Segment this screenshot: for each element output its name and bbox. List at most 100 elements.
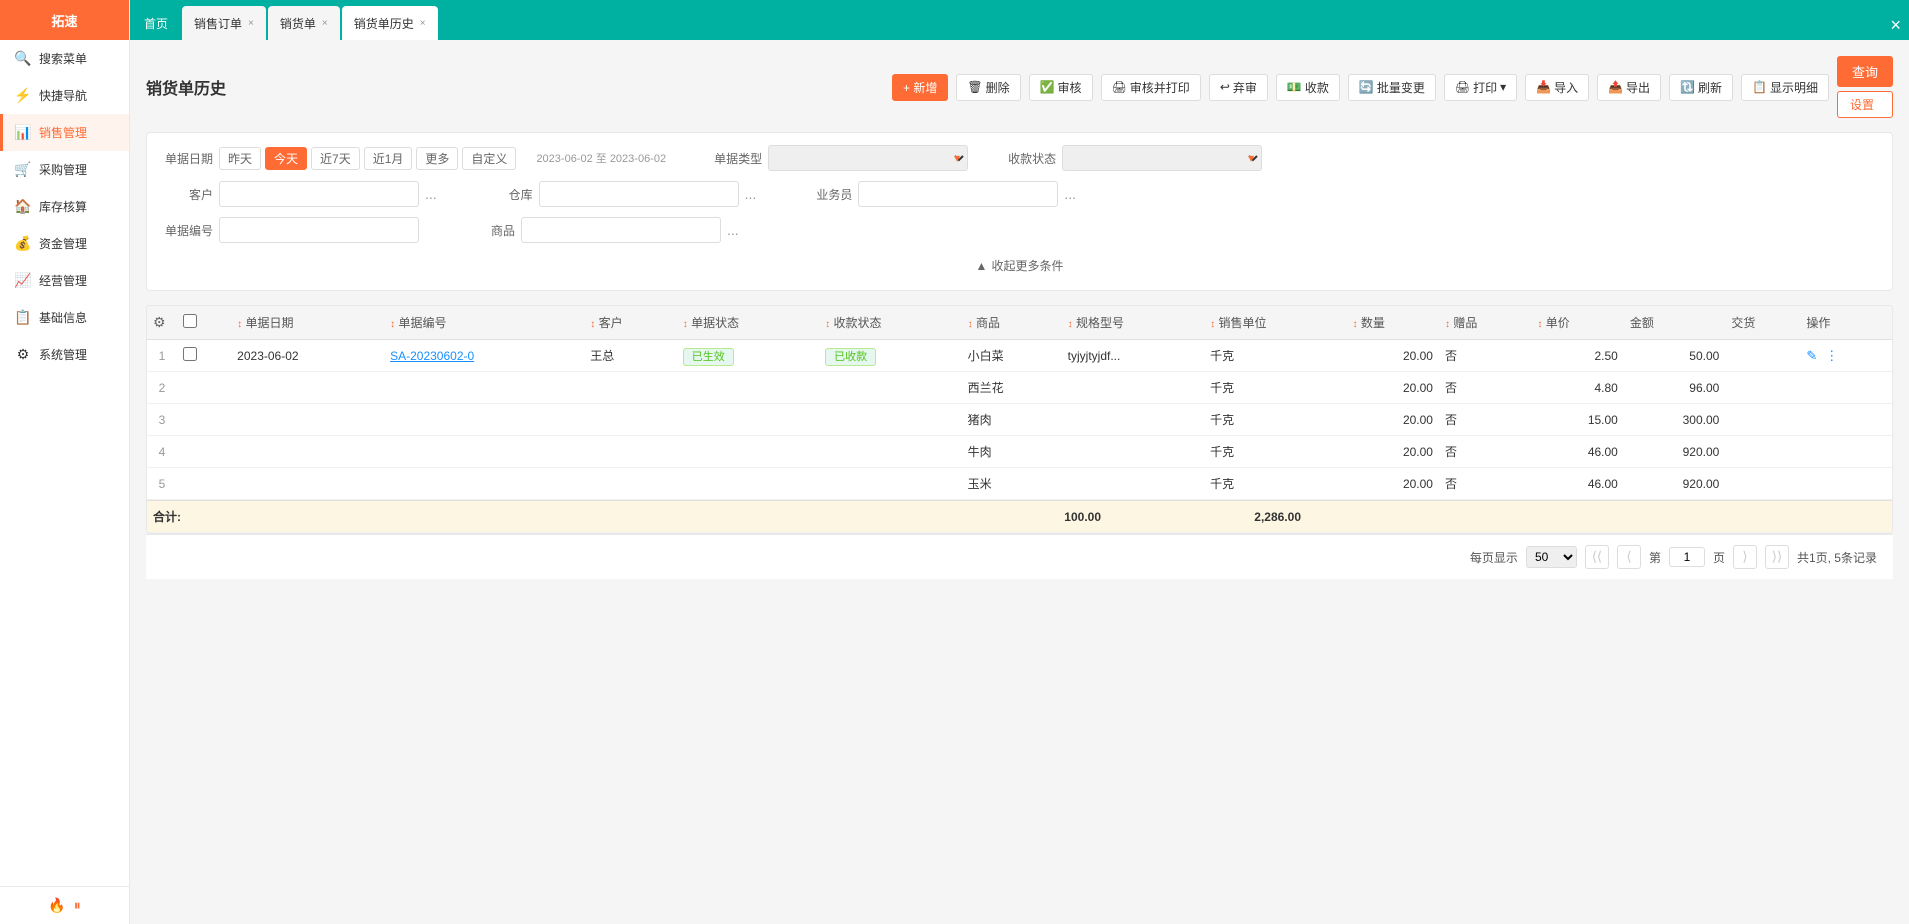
settings-icon[interactable]: ⚙ [153, 314, 166, 330]
collect-button[interactable]: 💵 收款 [1276, 74, 1340, 101]
tab-sales-order[interactable]: 销售订单 × [182, 6, 266, 40]
tab-sales-order-close[interactable]: × [248, 18, 254, 29]
discard-icon: ↩ [1220, 80, 1230, 94]
row-collect-status: 已收款 [819, 340, 961, 372]
col-action: 操作 [1800, 306, 1892, 340]
row-gift: 否 [1439, 468, 1531, 500]
setup-button[interactable]: 设置 [1837, 91, 1893, 118]
filter-customer: 客户 ... [163, 181, 437, 207]
tab-home[interactable]: 首页 [130, 6, 182, 40]
date-range-display: 2023-06-02 至 2023-06-02 [536, 150, 666, 166]
row-customer: 王总 [584, 340, 676, 372]
discard-button[interactable]: ↩ 弃审 [1209, 74, 1268, 101]
row-spec [1062, 436, 1204, 468]
sidebar-item-sys-mgmt[interactable]: ⚙ 系统管理 [0, 336, 129, 373]
sort-unit-icon[interactable]: ↕ [1210, 319, 1215, 330]
row-date [231, 404, 384, 436]
collapse-button[interactable]: ▲ 收起更多条件 [163, 253, 1876, 278]
sort-price-icon[interactable]: ↕ [1537, 319, 1542, 330]
sidebar-fire-icon[interactable]: 🔥 [48, 897, 65, 914]
delete-button[interactable]: 🗑 删除 [956, 74, 1020, 101]
print-button[interactable]: 🖨 打印 ▾ [1444, 74, 1517, 101]
filter-row-3: 单据编号 商品 ... [163, 217, 1876, 243]
doc-type-select[interactable] [768, 145, 968, 171]
row-unit: 千克 [1204, 372, 1346, 404]
sidebar-item-basic-info[interactable]: 📋 基础信息 [0, 299, 129, 336]
sidebar-item-sales-mgmt[interactable]: 📊 销售管理 [0, 114, 129, 151]
date-pill-custom[interactable]: 自定义 [462, 147, 516, 170]
tab-sales-delivery[interactable]: 销货单 × [268, 6, 340, 40]
tab-sales-history[interactable]: 销货单历史 × [342, 6, 438, 40]
sort-collectstatus-icon[interactable]: ↕ [825, 319, 830, 330]
col-doc-no: ↕ 单据编号 [384, 306, 584, 340]
first-page-button[interactable]: ⟨⟨ [1585, 545, 1609, 569]
summary-row: 合计: 100.00 2,286.00 [147, 501, 1892, 533]
date-pill-1month[interactable]: 近1月 [364, 147, 413, 170]
sidebar-item-inventory[interactable]: 🏠 库存核算 [0, 188, 129, 225]
new-button[interactable]: + 新增 [892, 74, 948, 101]
sidebar-item-operations[interactable]: 📈 经营管理 [0, 262, 129, 299]
tab-sales-delivery-close[interactable]: × [322, 18, 328, 29]
refresh-button[interactable]: 🔃 刷新 [1669, 74, 1733, 101]
show-details-button[interactable]: 📋 显示明细 [1741, 74, 1829, 101]
row-spec [1062, 372, 1204, 404]
filter-doc-type: 单据类型 ▾ [712, 145, 960, 171]
goods-input[interactable] [521, 217, 721, 243]
page-size-select[interactable]: 50 100 200 [1526, 546, 1577, 568]
sidebar-item-finance[interactable]: 💰 资金管理 [0, 225, 129, 262]
warehouse-input[interactable] [539, 181, 739, 207]
export-button[interactable]: 📤 导出 [1597, 74, 1661, 101]
batch-change-icon: 🔄 [1359, 80, 1374, 94]
row-select-checkbox[interactable] [183, 347, 197, 361]
salesman-input[interactable] [858, 181, 1058, 207]
sort-docstatus-icon[interactable]: ↕ [683, 319, 688, 330]
doc-no-input[interactable] [219, 217, 419, 243]
sort-goods-icon[interactable]: ↕ [968, 319, 973, 330]
table-header-row: ⚙ ↕ 单据日期 ↕ 单据编号 ↕ 客户 ↕ 单据状态 ↕ 收款状态 ↕ 商品 … [147, 306, 1892, 340]
edit-icon[interactable]: ✎ [1806, 348, 1817, 364]
sort-qty-icon[interactable]: ↕ [1353, 319, 1358, 330]
date-pill-7days[interactable]: 近7天 [311, 147, 360, 170]
select-all-checkbox[interactable] [183, 314, 197, 328]
audit-print-button[interactable]: 🖨 审核并打印 [1101, 74, 1201, 101]
col-goods: ↕ 商品 [962, 306, 1062, 340]
salesman-dots[interactable]: ... [1064, 186, 1076, 202]
date-pill-yesterday[interactable]: 昨天 [219, 147, 261, 170]
goods-label: 商品 [465, 222, 515, 239]
next-page-button[interactable]: ⟩ [1733, 545, 1757, 569]
collect-status-select[interactable] [1062, 145, 1262, 171]
more-icon[interactable]: ⋮ [1825, 348, 1838, 364]
batch-change-button[interactable]: 🔄 批量变更 [1348, 74, 1436, 101]
date-pill-today[interactable]: 今天 [265, 147, 307, 170]
customer-input[interactable] [219, 181, 419, 207]
prev-page-button[interactable]: ⟨ [1617, 545, 1641, 569]
page-number-input[interactable]: 1 [1669, 547, 1705, 567]
last-page-button[interactable]: ⟩⟩ [1765, 545, 1789, 569]
tab-sales-history-close[interactable]: × [420, 18, 426, 29]
sort-gift-icon[interactable]: ↕ [1445, 319, 1450, 330]
query-button[interactable]: 查询 [1837, 56, 1893, 87]
warehouse-dots[interactable]: ... [745, 186, 757, 202]
sidebar-item-search-menu[interactable]: 🔍 搜索菜单 [0, 40, 129, 77]
goods-dots[interactable]: ... [727, 222, 739, 238]
customer-dots[interactable]: ... [425, 186, 437, 202]
close-all-tabs[interactable]: × [1890, 15, 1901, 40]
row-checkbox [177, 340, 231, 372]
sort-spec-icon[interactable]: ↕ [1068, 319, 1073, 330]
sidebar-item-purchase-mgmt[interactable]: 🛒 采购管理 [0, 151, 129, 188]
collect-icon: 💵 [1287, 80, 1302, 94]
sidebar-item-quick-nav[interactable]: ⚡ 快捷导航 [0, 77, 129, 114]
date-pill-more[interactable]: 更多 [416, 147, 458, 170]
audit-icon: ✅ [1040, 80, 1055, 94]
audit-button[interactable]: ✅ 审核 [1029, 74, 1093, 101]
print-chevron-icon: ▾ [1500, 80, 1506, 94]
import-button[interactable]: 📥 导入 [1525, 74, 1589, 101]
doc-no-link[interactable]: SA-20230602-0 [390, 349, 474, 363]
sort-date-icon[interactable]: ↕ [237, 319, 242, 330]
sort-customer-icon[interactable]: ↕ [590, 319, 595, 330]
filter-doc-no: 单据编号 [163, 217, 419, 243]
sort-docno-icon[interactable]: ↕ [390, 319, 395, 330]
sidebar-pause-icon[interactable]: ⏸ [74, 897, 81, 914]
page-title: 销货单历史 [146, 75, 226, 99]
row-amount: 920.00 [1624, 436, 1725, 468]
